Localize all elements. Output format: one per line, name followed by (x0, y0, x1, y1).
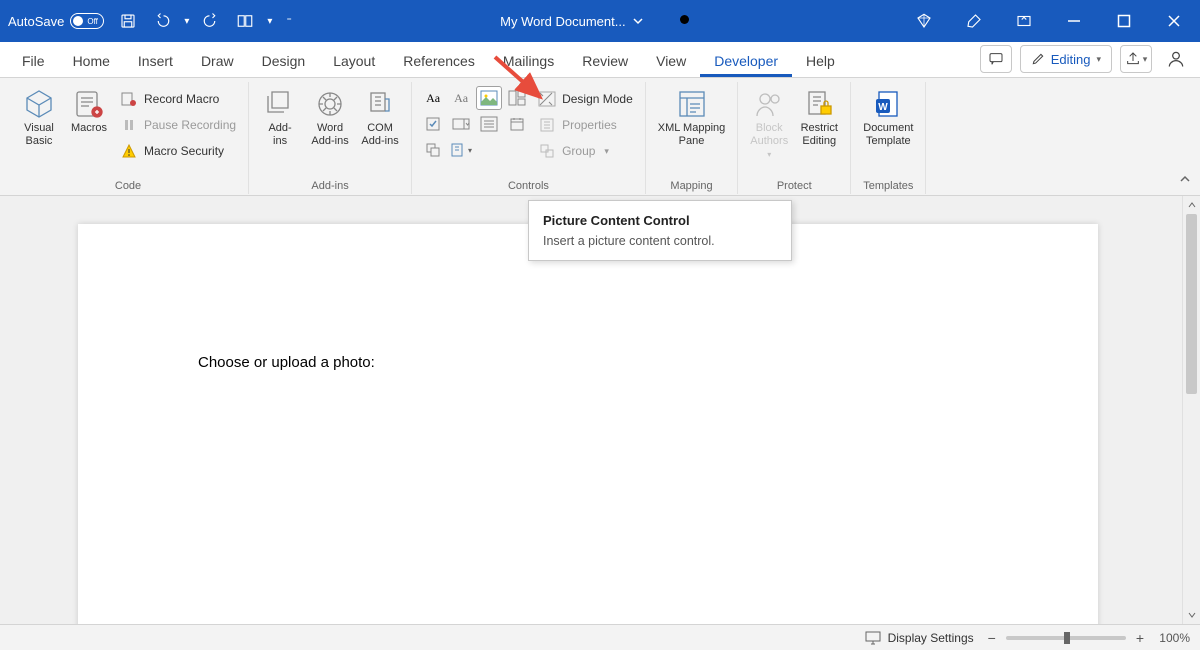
xml-mapping-button[interactable]: XML Mapping Pane (654, 86, 729, 150)
tab-help[interactable]: Help (792, 47, 849, 77)
scroll-up-icon[interactable] (1183, 196, 1200, 214)
tab-references[interactable]: References (389, 47, 489, 77)
picture-control-icon[interactable] (476, 86, 502, 110)
visual-basic-button[interactable]: Visual Basic (16, 86, 62, 150)
minimize-icon[interactable] (1056, 7, 1092, 35)
zoom-level[interactable]: 100% (1154, 631, 1190, 645)
ribbon: Visual Basic Macros Record Macro Pause R… (0, 78, 1200, 196)
word-addins-button[interactable]: Word Add-ins (307, 86, 353, 150)
reading-view-icon[interactable] (233, 9, 257, 33)
autosave-label: AutoSave (8, 14, 64, 29)
group-label-protect: Protect (777, 180, 812, 194)
document-title[interactable]: My Word Document... (500, 14, 643, 29)
ribbon-tabs: File Home Insert Draw Design Layout Refe… (0, 42, 1200, 78)
group-label-controls: Controls (508, 180, 549, 194)
group-button: Group▾ (534, 140, 637, 162)
premium-diamond-icon[interactable] (906, 7, 942, 35)
tab-design[interactable]: Design (248, 47, 320, 77)
group-label-addins: Add-ins (311, 180, 348, 194)
comments-icon[interactable] (980, 45, 1012, 73)
tab-layout[interactable]: Layout (319, 47, 389, 77)
display-settings-button[interactable]: Display Settings (860, 627, 978, 649)
tab-mailings[interactable]: Mailings (489, 47, 568, 77)
status-bar: Display Settings − + 100% (0, 624, 1200, 650)
tab-review[interactable]: Review (568, 47, 642, 77)
com-addins-button[interactable]: COM Add-ins (357, 86, 403, 150)
redo-icon[interactable] (199, 9, 223, 33)
group-controls: Aa Aa ▾ Design Mode Properties Group▾ Co… (412, 82, 646, 194)
pause-recording-button: Pause Recording (116, 114, 240, 136)
search-icon[interactable] (674, 9, 698, 33)
brush-icon[interactable] (956, 7, 992, 35)
group-label-mapping: Mapping (670, 180, 712, 194)
checkbox-control-icon[interactable] (420, 112, 446, 136)
quick-access-toolbar: ▾ ▾ ⁼ (116, 9, 291, 33)
plain-text-control-icon[interactable]: Aa (448, 86, 474, 110)
tab-insert[interactable]: Insert (124, 47, 187, 77)
maximize-icon[interactable] (1106, 7, 1142, 35)
zoom-out-icon[interactable]: − (988, 630, 996, 646)
scrollbar-thumb[interactable] (1186, 214, 1197, 394)
building-block-control-icon[interactable] (504, 86, 530, 110)
scroll-down-icon[interactable] (1183, 606, 1200, 624)
vertical-scrollbar[interactable] (1182, 196, 1200, 624)
block-authors-button[interactable]: Block Authors▾ (746, 86, 792, 161)
properties-button: Properties (534, 114, 637, 136)
group-addins: Add- ins Word Add-ins COM Add-ins Add-in… (249, 82, 412, 194)
group-mapping: XML Mapping Pane Mapping (646, 82, 738, 194)
legacy-tools-icon[interactable]: ▾ (448, 138, 474, 162)
group-templates: WDocument Template Templates (851, 82, 926, 194)
rich-text-control-icon[interactable]: Aa (420, 86, 446, 110)
controls-gallery: Aa Aa ▾ (420, 86, 530, 162)
document-template-button[interactable]: WDocument Template (859, 86, 917, 150)
combobox-control-icon[interactable] (448, 112, 474, 136)
titlebar: AutoSave Off ▾ ▾ ⁼ My Word Document... (0, 0, 1200, 42)
tab-file[interactable]: File (8, 47, 59, 77)
group-protect: Block Authors▾ Restrict Editing Protect (738, 82, 851, 194)
tooltip-body: Insert a picture content control. (543, 234, 777, 248)
collapse-ribbon-icon[interactable] (1178, 172, 1192, 191)
undo-icon[interactable] (150, 9, 174, 33)
autosave-toggle[interactable]: AutoSave Off (8, 13, 104, 29)
repeating-control-icon[interactable] (420, 138, 446, 162)
svg-text:W: W (879, 102, 889, 113)
macro-security-button[interactable]: Macro Security (116, 140, 240, 162)
record-macro-button[interactable]: Record Macro (116, 88, 240, 110)
dropdown-control-icon[interactable] (476, 112, 502, 136)
ribbon-display-icon[interactable] (1006, 7, 1042, 35)
document-body-text[interactable]: Choose or upload a photo: (198, 354, 375, 371)
group-code: Visual Basic Macros Record Macro Pause R… (8, 82, 249, 194)
share-button[interactable]: ▾ (1120, 45, 1152, 73)
design-mode-button[interactable]: Design Mode (534, 88, 637, 110)
editing-mode-button[interactable]: Editing ▾ (1020, 45, 1112, 73)
account-icon[interactable] (1160, 45, 1192, 73)
document-page[interactable]: Choose or upload a photo: (78, 224, 1098, 624)
group-label-templates: Templates (863, 180, 913, 194)
addins-button[interactable]: Add- ins (257, 86, 303, 150)
restrict-editing-button[interactable]: Restrict Editing (796, 86, 842, 150)
zoom-in-icon[interactable]: + (1136, 630, 1144, 646)
tab-home[interactable]: Home (59, 47, 124, 77)
date-control-icon[interactable] (504, 112, 530, 136)
close-icon[interactable] (1156, 7, 1192, 35)
group-label-code: Code (115, 180, 141, 194)
save-icon[interactable] (116, 9, 140, 33)
tab-draw[interactable]: Draw (187, 47, 248, 77)
tooltip-picture-control: Picture Content Control Insert a picture… (528, 200, 792, 261)
macros-button[interactable]: Macros (66, 86, 112, 137)
tab-view[interactable]: View (642, 47, 700, 77)
zoom-slider[interactable] (1006, 636, 1126, 640)
tooltip-title: Picture Content Control (543, 213, 777, 228)
tab-developer[interactable]: Developer (700, 47, 792, 77)
